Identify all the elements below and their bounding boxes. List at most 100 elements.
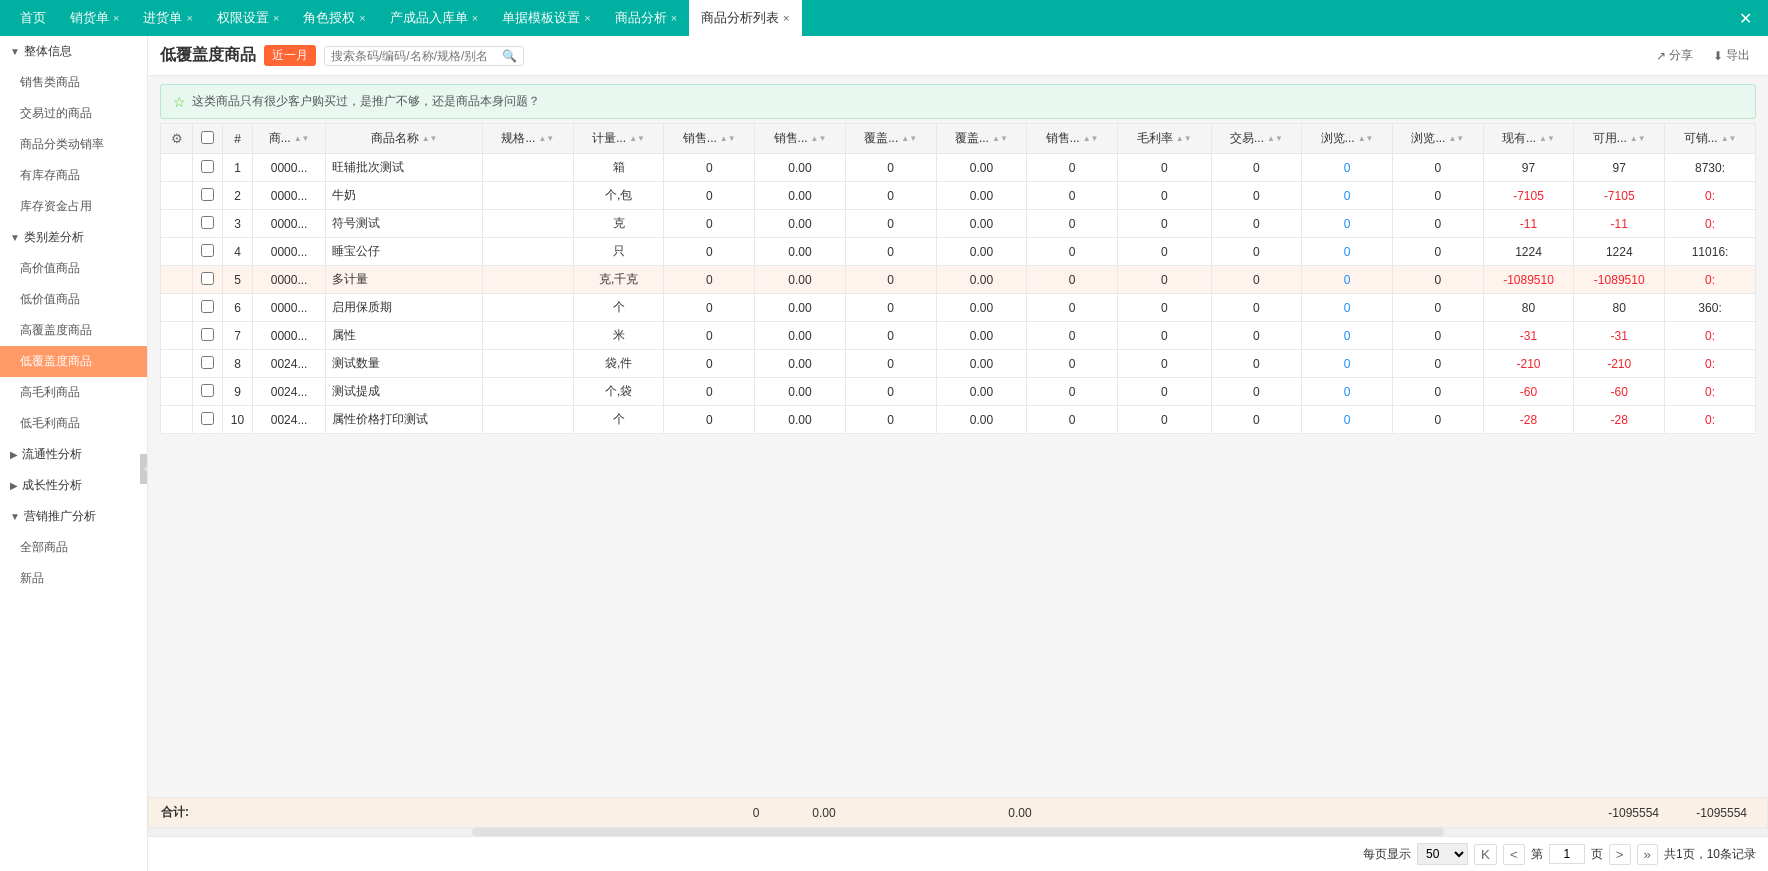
row-checkbox[interactable] — [193, 210, 223, 238]
share-button[interactable]: ↗ 分享 — [1650, 44, 1699, 67]
row-browse1[interactable]: 0 — [1302, 406, 1393, 434]
row-browse1[interactable]: 0 — [1302, 266, 1393, 294]
nav-item-analysis-list[interactable]: 商品分析列表 × — [689, 0, 801, 36]
settings-icon[interactable]: ⚙ — [171, 131, 183, 146]
nav-close-icon[interactable]: × — [783, 12, 789, 24]
col-sales-qty[interactable]: 销售...▲▼ — [664, 124, 755, 154]
sidebar-item-high-value[interactable]: 高价值商品 — [0, 253, 147, 284]
col-available[interactable]: 可用...▲▼ — [1574, 124, 1665, 154]
sidebar-item-low-margin[interactable]: 低毛利商品 — [0, 408, 147, 439]
sidebar-item-low-value[interactable]: 低价值商品 — [0, 284, 147, 315]
row-browse1[interactable]: 0 — [1302, 238, 1393, 266]
row-name: 属性价格打印测试 — [326, 406, 483, 434]
row-checkbox[interactable] — [193, 266, 223, 294]
col-sales-amount[interactable]: 销售...▲▼ — [755, 124, 846, 154]
nav-item-role[interactable]: 角色授权 × — [291, 0, 377, 36]
col-checkbox[interactable] — [193, 124, 223, 154]
row-checkbox[interactable] — [193, 378, 223, 406]
next-page-button[interactable]: > — [1609, 844, 1631, 865]
sidebar-item-high-margin[interactable]: 高毛利商品 — [0, 377, 147, 408]
current-page-input[interactable] — [1549, 844, 1585, 864]
nav-close-icon[interactable]: × — [359, 12, 365, 24]
row-browse1[interactable]: 0 — [1302, 294, 1393, 322]
table-container[interactable]: ⚙ # 商...▲▼ 商品名称▲▼ 规格...▲▼ — [160, 123, 1756, 797]
sidebar-item-new-goods[interactable]: 新品 — [0, 563, 147, 594]
col-sellable[interactable]: 可销...▲▼ — [1665, 124, 1756, 154]
sidebar-item-sales-goods[interactable]: 销售类商品 — [0, 67, 147, 98]
first-page-button[interactable]: K — [1474, 844, 1497, 865]
table-row: 4 0000... 睡宝公仔 只 0 0.00 0 0.00 0 0 0 0 0… — [161, 238, 1756, 266]
row-cover1: 0 — [845, 266, 936, 294]
nav-item-product[interactable]: 产成品入库单 × — [378, 0, 490, 36]
row-checkbox[interactable] — [193, 406, 223, 434]
col-cover1[interactable]: 覆盖...▲▼ — [845, 124, 936, 154]
select-all-checkbox[interactable] — [201, 131, 214, 144]
row-settings — [161, 322, 193, 350]
nav-close-icon[interactable]: × — [472, 12, 478, 24]
row-cover2: 0.00 — [936, 238, 1027, 266]
row-current: -1089510 — [1483, 266, 1574, 294]
row-available: -7105 — [1574, 182, 1665, 210]
last-page-button[interactable]: » — [1637, 844, 1658, 865]
col-code[interactable]: 商...▲▼ — [253, 124, 326, 154]
col-unit[interactable]: 计量...▲▼ — [573, 124, 664, 154]
time-filter-button[interactable]: 近一月 — [264, 45, 316, 66]
export-button[interactable]: ⬇ 导出 — [1707, 44, 1756, 67]
row-cover1: 0 — [845, 350, 936, 378]
col-gross-rate[interactable]: 毛利率▲▼ — [1117, 124, 1211, 154]
row-browse1[interactable]: 0 — [1302, 182, 1393, 210]
sidebar-item-stock-goods[interactable]: 有库存商品 — [0, 160, 147, 191]
sidebar-item-low-coverage[interactable]: 低覆盖度商品 — [0, 346, 147, 377]
nav-item-template[interactable]: 单据模板设置 × — [490, 0, 602, 36]
col-browse2[interactable]: 浏览...▲▼ — [1392, 124, 1483, 154]
nav-close-icon[interactable]: × — [671, 12, 677, 24]
sidebar-item-stock-fund[interactable]: 库存资金占用 — [0, 191, 147, 222]
row-checkbox[interactable] — [193, 350, 223, 378]
row-cover2: 0.00 — [936, 406, 1027, 434]
col-current[interactable]: 现有...▲▼ — [1483, 124, 1574, 154]
nav-close-icon[interactable]: × — [584, 12, 590, 24]
scrollbar[interactable] — [148, 828, 1768, 836]
nav-item-purchase[interactable]: 进货单 × — [131, 0, 204, 36]
window-close-button[interactable]: ✕ — [1731, 9, 1760, 28]
col-settings[interactable]: ⚙ — [161, 124, 193, 154]
row-checkbox[interactable] — [193, 182, 223, 210]
col-cover2[interactable]: 覆盖...▲▼ — [936, 124, 1027, 154]
prev-page-button[interactable]: < — [1503, 844, 1525, 865]
sidebar-item-traded-goods[interactable]: 交易过的商品 — [0, 98, 147, 129]
row-checkbox[interactable] — [193, 294, 223, 322]
sidebar-item-category-rate[interactable]: 商品分类动销率 — [0, 129, 147, 160]
nav-item-analysis[interactable]: 商品分析 × — [603, 0, 689, 36]
search-input[interactable] — [331, 49, 502, 63]
row-checkbox[interactable] — [193, 322, 223, 350]
row-browse1[interactable]: 0 — [1302, 210, 1393, 238]
row-browse1[interactable]: 0 — [1302, 350, 1393, 378]
row-browse1[interactable]: 0 — [1302, 322, 1393, 350]
col-sales-x[interactable]: 销售...▲▼ — [1027, 124, 1118, 154]
sidebar-section-marketing[interactable]: ▼ 营销推广分析 — [0, 501, 147, 532]
sidebar-item-high-coverage[interactable]: 高覆盖度商品 — [0, 315, 147, 346]
row-browse1[interactable]: 0 — [1302, 154, 1393, 182]
sidebar-section-growth[interactable]: ▶ 成长性分析 — [0, 470, 147, 501]
row-browse1[interactable]: 0 — [1302, 378, 1393, 406]
row-checkbox[interactable] — [193, 238, 223, 266]
row-settings — [161, 378, 193, 406]
sidebar-section-overall[interactable]: ▼ 整体信息 — [0, 36, 147, 67]
nav-close-icon[interactable]: × — [186, 12, 192, 24]
nav-item-permission[interactable]: 权限设置 × — [205, 0, 291, 36]
sidebar-section-liquidity[interactable]: ▶ 流通性分析 — [0, 439, 147, 470]
col-trade[interactable]: 交易...▲▼ — [1211, 124, 1302, 154]
col-spec[interactable]: 规格...▲▼ — [483, 124, 574, 154]
nav-item-home[interactable]: 首页 — [8, 0, 58, 36]
col-name[interactable]: 商品名称▲▼ — [326, 124, 483, 154]
sidebar-section-category[interactable]: ▼ 类别差分析 — [0, 222, 147, 253]
sidebar-item-all-goods[interactable]: 全部商品 — [0, 532, 147, 563]
col-browse1[interactable]: 浏览...▲▼ — [1302, 124, 1393, 154]
nav-item-sales[interactable]: 销货单 × — [58, 0, 131, 36]
top-nav: 首页 销货单 × 进货单 × 权限设置 × 角色授权 × 产成品入库单 × 单据… — [0, 0, 1768, 36]
sidebar-collapse-button[interactable]: « — [140, 454, 148, 484]
nav-close-icon[interactable]: × — [273, 12, 279, 24]
nav-close-icon[interactable]: × — [113, 12, 119, 24]
per-page-select[interactable]: 50 10 20 100 — [1417, 843, 1468, 865]
row-checkbox[interactable] — [193, 154, 223, 182]
